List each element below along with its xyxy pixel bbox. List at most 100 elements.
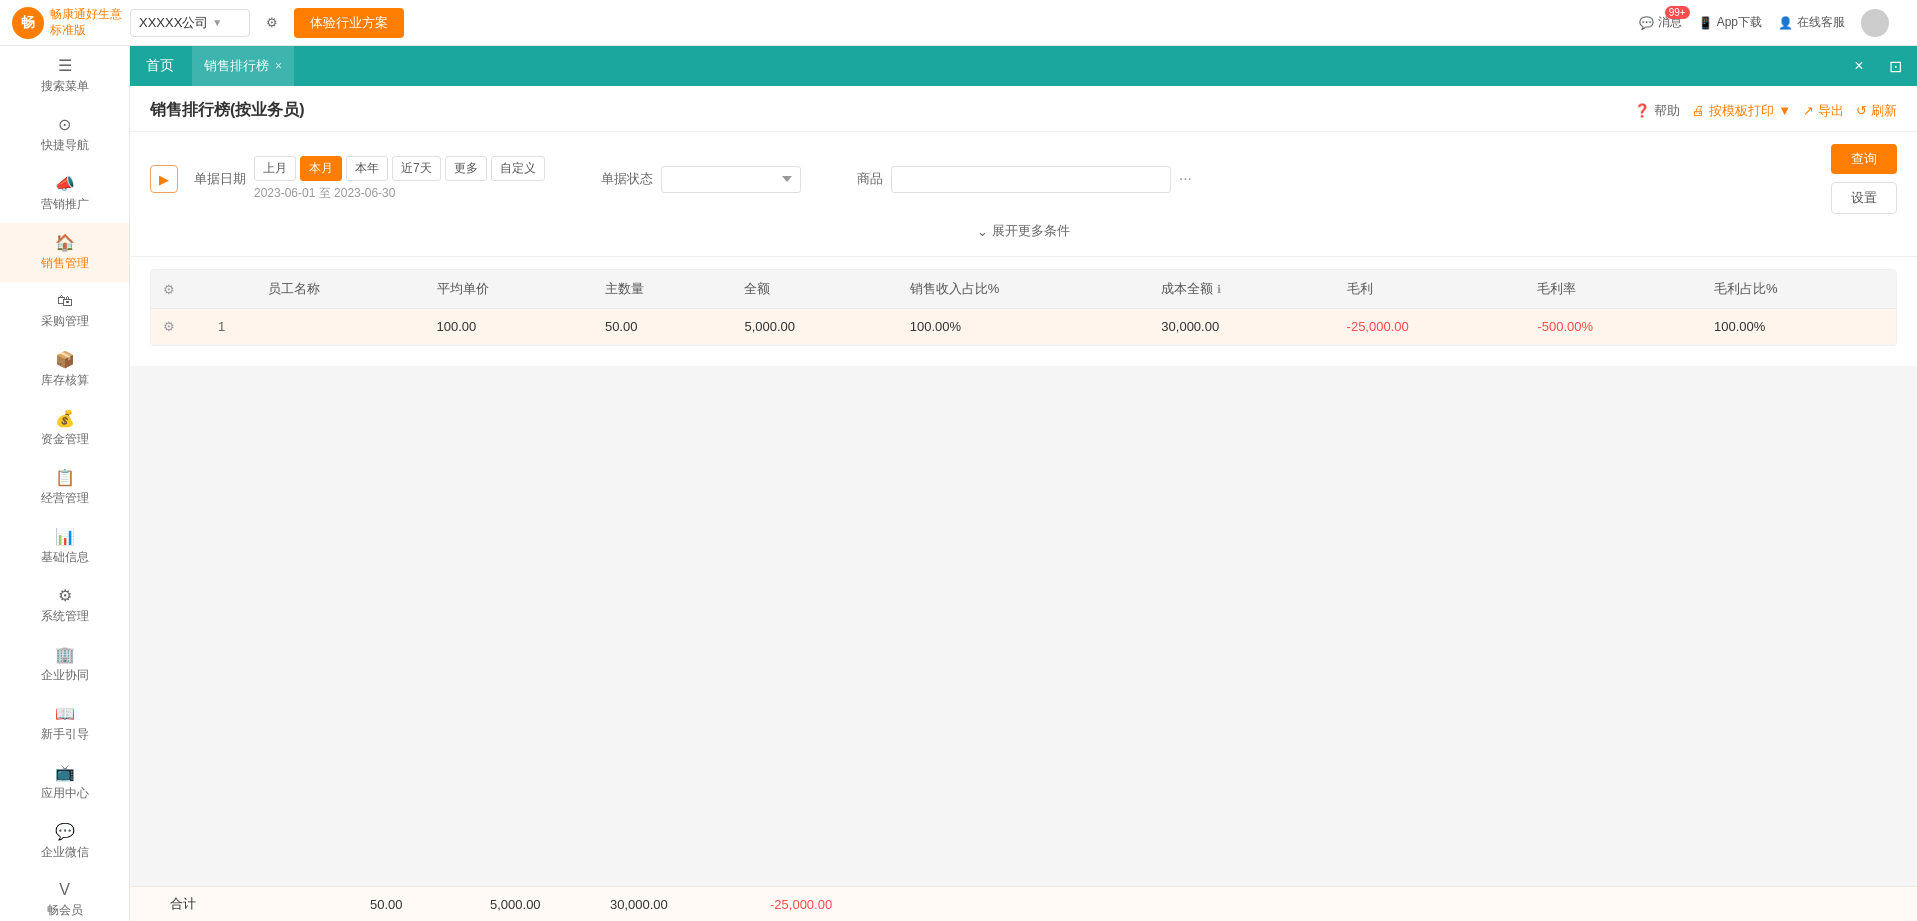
wechat-icon: 💬 — [55, 822, 75, 841]
sidebar-item-label: 资金管理 — [41, 431, 89, 448]
date-prev-month-btn[interactable]: 上月 — [254, 156, 296, 181]
footer-label: 合计 — [170, 895, 370, 913]
col-cost: 成本全额 ℹ — [1149, 270, 1334, 309]
date-more-btn[interactable]: 更多 — [445, 156, 487, 181]
row-qty: 50.00 — [593, 309, 733, 345]
sidebar-item-collab[interactable]: 🏢企业协同 — [0, 635, 129, 694]
topbar-settings-button[interactable]: ⚙ — [258, 9, 286, 37]
date-year-btn[interactable]: 本年 — [346, 156, 388, 181]
expand-more-btn[interactable]: ⌄ 展开更多条件 — [977, 222, 1070, 240]
row-cost: 30,000.00 — [1149, 309, 1334, 345]
date-7day-btn[interactable]: 近7天 — [392, 156, 441, 181]
col-name: 员工名称 — [256, 270, 424, 309]
col-profit: 毛利 — [1335, 270, 1526, 309]
avatar[interactable] — [1861, 9, 1889, 37]
export-button[interactable]: ↗ 导出 — [1803, 102, 1844, 120]
col-profit-rate: 毛利率 — [1525, 270, 1701, 309]
messages-button[interactable]: 💬 消息 99+ — [1639, 14, 1682, 31]
help-icon: ❓ — [1634, 103, 1650, 118]
basic-info-icon: 📊 — [55, 527, 75, 546]
filter-row: ▶ 单据日期 上月 本月 本年 近7天 — [150, 144, 1897, 214]
tab-sales-ranking[interactable]: 销售排行榜 × — [192, 46, 294, 86]
table-header-row: ⚙ 员工名称 平均单价 主数量 全额 销售收入占比% 成本全额 ℹ 毛利 — [151, 270, 1896, 309]
row-settings-col[interactable]: ⚙ — [151, 309, 187, 345]
logo-text: 畅康通好生意 标准版 — [50, 7, 122, 38]
trial-button[interactable]: 体验行业方案 — [294, 8, 404, 38]
footer-qty: 50.00 — [370, 897, 490, 912]
table-wrapper: ⚙ 员工名称 平均单价 主数量 全额 销售收入占比% 成本全额 ℹ 毛利 — [150, 269, 1897, 346]
sidebar-item-basic-info[interactable]: 📊基础信息 — [0, 517, 129, 576]
col-qty: 主数量 — [593, 270, 733, 309]
app-center-icon: 📺 — [55, 763, 75, 782]
company-select[interactable]: XXXXX公司 ▼ — [130, 9, 250, 37]
refresh-button[interactable]: ↺ 刷新 — [1856, 102, 1897, 120]
row-amount: 5,000.00 — [732, 309, 897, 345]
sidebar-item-app-center[interactable]: 📺应用中心 — [0, 753, 129, 812]
tab-close-icon[interactable]: × — [275, 59, 282, 73]
content-area: 首页 销售排行榜 × × ⊡ 销售排行榜(按业务员) — [130, 46, 1917, 921]
print-icon: 🖨 — [1692, 103, 1705, 118]
print-button[interactable]: 🖨 按模板打印 ▼ — [1692, 102, 1791, 120]
table-header: ⚙ 员工名称 平均单价 主数量 全额 销售收入占比% 成本全额 ℹ 毛利 — [151, 270, 1896, 309]
col-settings[interactable]: ⚙ — [151, 270, 187, 309]
sidebar-item-system[interactable]: ⚙系统管理 — [0, 576, 129, 635]
online-service-button[interactable]: 👤 在线客服 — [1778, 14, 1845, 31]
sidebar-item-label: 采购管理 — [41, 313, 89, 330]
date-filter-label: 单据日期 — [194, 170, 246, 188]
filter-area: ▶ 单据日期 上月 本月 本年 近7天 — [130, 132, 1917, 257]
tab-home[interactable]: 首页 — [130, 46, 190, 86]
inventory-icon: 📦 — [55, 350, 75, 369]
page-header-actions: ❓ 帮助 🖨 按模板打印 ▼ ↗ 导出 — [1634, 102, 1897, 120]
more-options-icon[interactable]: ··· — [1179, 170, 1192, 188]
guide-icon: 📖 — [55, 704, 75, 723]
export-icon: ↗ — [1803, 103, 1814, 118]
logo-area: 畅 畅康通好生意 标准版 — [12, 7, 122, 39]
help-button[interactable]: ❓ 帮助 — [1634, 102, 1680, 120]
status-select[interactable] — [661, 166, 801, 193]
sidebar-item-inventory[interactable]: 📦库存核算 — [0, 340, 129, 399]
date-custom-btn[interactable]: 自定义 — [491, 156, 545, 181]
date-range-text: 2023-06-01 至 2023-06-30 — [254, 185, 545, 202]
refresh-icon: ↺ — [1856, 103, 1867, 118]
sidebar-item-quick-nav[interactable]: ⊙快捷导航 — [0, 105, 129, 164]
goods-filter: 商品 ··· — [857, 166, 1192, 193]
collab-icon: 🏢 — [55, 645, 75, 664]
goods-input[interactable] — [891, 166, 1171, 193]
sidebar-item-label: 畅会员 — [47, 902, 83, 919]
query-button[interactable]: 查询 — [1831, 144, 1897, 174]
settings-button[interactable]: 设置 — [1831, 182, 1897, 214]
sidebar-item-marketing[interactable]: 📣营销推广 — [0, 164, 129, 223]
table-row: ⚙ 1 100.00 50.00 5,000.00 100.00% 30,000… — [151, 309, 1896, 345]
footer-cost: 30,000.00 — [610, 897, 770, 912]
sidebar-item-purchase[interactable]: 🛍采购管理 — [0, 282, 129, 340]
status-filter-label: 单据状态 — [601, 170, 653, 188]
row-sales-pct: 100.00% — [898, 309, 1150, 345]
sidebar-item-finance[interactable]: 💰资金管理 — [0, 399, 129, 458]
filter-collapse-button[interactable]: ▶ — [150, 165, 178, 193]
member-icon: V — [59, 881, 70, 899]
sidebar-item-search[interactable]: ☰搜索菜单 — [0, 46, 129, 105]
sidebar-item-label: 经营管理 — [41, 490, 89, 507]
sidebar-item-guide[interactable]: 📖 新手引导 — [0, 694, 129, 753]
tab-minimize-button[interactable]: × — [1845, 52, 1873, 80]
sidebar-item-label: 营销推广 — [41, 196, 89, 213]
sidebar-item-sales[interactable]: 🏠销售管理 — [0, 223, 129, 282]
tab-maximize-button[interactable]: ⊡ — [1881, 52, 1909, 80]
sidebar-item-wechat[interactable]: 💬 企业微信 — [0, 812, 129, 871]
main-area: ☰搜索菜单⊙快捷导航📣营销推广🏠销售管理🛍采购管理📦库存核算💰资金管理📋经营管理… — [0, 46, 1917, 921]
date-filter: 单据日期 上月 本月 本年 近7天 更多 自定义 — [194, 156, 545, 202]
col-sales-pct: 销售收入占比% — [898, 270, 1150, 309]
row-name — [256, 309, 424, 345]
message-icon: 💬 — [1639, 16, 1654, 30]
top-bar-right: 💬 消息 99+ 📱 App下载 👤 在线客服 — [1639, 9, 1905, 37]
sidebar-item-operations[interactable]: 📋经营管理 — [0, 458, 129, 517]
sidebar-item-label: 新手引导 — [41, 726, 89, 743]
row-profit-pct: 100.00% — [1702, 309, 1896, 345]
app-download-button[interactable]: 📱 App下载 — [1698, 14, 1762, 31]
sidebar-item-label: 企业微信 — [41, 844, 89, 861]
date-curr-month-btn[interactable]: 本月 — [300, 156, 342, 181]
sidebar-item-member[interactable]: V 畅会员 — [0, 871, 129, 921]
filter-right-actions: 查询 设置 — [1831, 144, 1897, 214]
system-icon: ⚙ — [58, 586, 72, 605]
cost-info-icon[interactable]: ℹ — [1217, 283, 1221, 295]
